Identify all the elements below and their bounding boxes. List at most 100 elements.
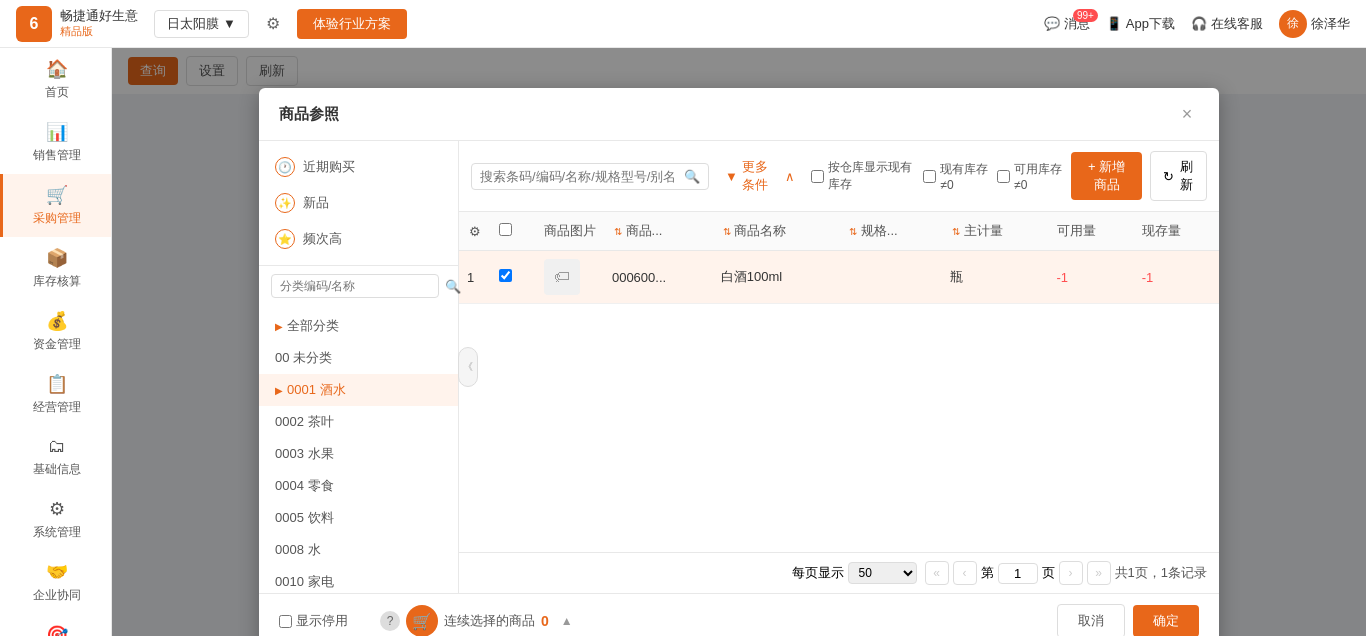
category-00[interactable]: 00 未分类 bbox=[259, 342, 458, 374]
confirm-button[interactable]: 确定 bbox=[1133, 605, 1199, 636]
store-selector[interactable]: 日太阳膜 ▼ bbox=[154, 10, 249, 38]
sidebar-item-inventory[interactable]: 📦 库存核算 bbox=[0, 237, 111, 300]
quick-nav-new[interactable]: ✨ 新品 bbox=[259, 185, 458, 221]
nav-app-download[interactable]: 📱 App下载 bbox=[1106, 15, 1175, 33]
col-stock-header: 现存量 bbox=[1134, 212, 1219, 251]
existing-stock-filter[interactable]: 现有库存≠0 bbox=[923, 161, 989, 192]
filter-icon: ▼ bbox=[725, 169, 738, 184]
cancel-button[interactable]: 取消 bbox=[1057, 604, 1125, 636]
by-warehouse-label: 按仓库显示现有库存 bbox=[828, 159, 916, 193]
sidebar-item-basic-info[interactable]: 🗂 基础信息 bbox=[0, 426, 111, 488]
col-settings-icon[interactable]: ⚙ bbox=[469, 224, 481, 239]
left-panel-collapse-button[interactable]: 《 bbox=[458, 347, 478, 387]
product-search-input[interactable] bbox=[480, 164, 680, 189]
per-page-select[interactable]: 50 10 20 100 bbox=[848, 562, 917, 584]
footer-collapse-button[interactable]: ▲ bbox=[555, 609, 579, 633]
product-search-icon[interactable]: 🔍 bbox=[684, 169, 700, 184]
cat-0008-label: 0008 水 bbox=[275, 541, 321, 559]
cat-0003-label: 0003 水果 bbox=[275, 445, 334, 463]
store-dropdown-icon: ▼ bbox=[223, 16, 236, 31]
category-0004[interactable]: 0004 零食 bbox=[259, 470, 458, 502]
selected-products-label: 连续选择的商品 bbox=[444, 612, 535, 630]
sidebar-item-purchase[interactable]: 🛒 采购管理 bbox=[0, 174, 111, 237]
dialog-title: 商品参照 bbox=[279, 105, 339, 124]
help-button[interactable]: ? bbox=[380, 611, 400, 631]
table-row[interactable]: 1 🏷 000600... bbox=[459, 251, 1219, 304]
sidebar-item-sales[interactable]: 📊 销售管理 bbox=[0, 111, 111, 174]
col-image-header: 商品图片 bbox=[536, 212, 604, 251]
purchase-icon: 🛒 bbox=[46, 184, 68, 206]
col-spec-sort-icon: ⇅ bbox=[849, 226, 857, 237]
nav-messages[interactable]: 💬 消息 99+ bbox=[1044, 15, 1090, 33]
quick-navigation: 🕐 近期购买 ✨ 新品 ⭐ 频次高 bbox=[259, 141, 458, 266]
more-filters-button[interactable]: ▼ 更多条件 ∧ bbox=[717, 154, 803, 198]
per-page-selector: 每页显示 50 10 20 100 bbox=[792, 562, 917, 584]
cat-0001-label: 0001 酒水 bbox=[287, 381, 346, 399]
category-0002[interactable]: 0002 茶叶 bbox=[259, 406, 458, 438]
nav-customer-service[interactable]: 🎧 在线客服 bbox=[1191, 15, 1263, 33]
col-settings: ⚙ bbox=[459, 212, 491, 251]
global-settings-button[interactable]: ⚙ bbox=[257, 8, 289, 40]
sidebar-item-enterprise[interactable]: 🤝 企业协同 bbox=[0, 551, 111, 614]
category-all[interactable]: ▶ 全部分类 bbox=[259, 310, 458, 342]
dialog-close-button[interactable]: × bbox=[1175, 102, 1199, 126]
product-table-container: ⚙ 商品图片 ⇅ bbox=[459, 212, 1219, 552]
row-checkbox[interactable] bbox=[499, 269, 512, 282]
available-stock-filter[interactable]: 可用库存≠0 bbox=[997, 161, 1063, 192]
sales-icon: 📊 bbox=[46, 121, 68, 143]
sidebar-label-finance: 资金管理 bbox=[33, 336, 81, 353]
existing-stock-checkbox[interactable] bbox=[923, 170, 936, 183]
refresh-button[interactable]: ↻ 刷新 bbox=[1150, 151, 1207, 201]
logo-icon: 6 bbox=[16, 6, 52, 42]
basic-info-icon: 🗂 bbox=[48, 436, 66, 457]
category-0001[interactable]: ▶ 0001 酒水 bbox=[259, 374, 458, 406]
mobile-icon: 📱 bbox=[1106, 16, 1122, 31]
available-stock-checkbox[interactable] bbox=[997, 170, 1010, 183]
col-code-header[interactable]: ⇅ 商品... bbox=[604, 212, 713, 251]
select-all-checkbox[interactable] bbox=[499, 223, 512, 236]
sidebar-item-guide[interactable]: 🎯 新手引导 bbox=[0, 614, 111, 636]
sidebar-label-basic-info: 基础信息 bbox=[33, 461, 81, 478]
row-stock: -1 bbox=[1134, 251, 1219, 304]
available-stock-label: 可用库存≠0 bbox=[1014, 161, 1063, 192]
display-disabled-checkbox[interactable] bbox=[279, 615, 292, 628]
trial-button[interactable]: 体验行业方案 bbox=[297, 9, 407, 39]
next-page-button[interactable]: › bbox=[1059, 561, 1083, 585]
add-product-button[interactable]: + 新增商品 bbox=[1071, 152, 1142, 200]
nav-user[interactable]: 徐 徐泽华 bbox=[1279, 10, 1350, 38]
customer-service-label: 在线客服 bbox=[1211, 15, 1263, 33]
last-page-button[interactable]: » bbox=[1087, 561, 1111, 585]
col-name-header[interactable]: ⇅ 商品名称 bbox=[713, 212, 839, 251]
sidebar-item-finance[interactable]: 💰 资金管理 bbox=[0, 300, 111, 363]
quick-nav-frequent[interactable]: ⭐ 频次高 bbox=[259, 221, 458, 257]
by-warehouse-checkbox[interactable] bbox=[811, 170, 824, 183]
sidebar-item-system[interactable]: ⚙ 系统管理 bbox=[0, 488, 111, 551]
col-unit-header[interactable]: ⇅ 主计量 bbox=[942, 212, 1048, 251]
category-search-area: 🔍 bbox=[259, 266, 458, 306]
sidebar-item-home[interactable]: 🏠 首页 bbox=[0, 48, 111, 111]
system-icon: ⚙ bbox=[49, 498, 65, 520]
category-0003[interactable]: 0003 水果 bbox=[259, 438, 458, 470]
category-tree: ▶ 全部分类 00 未分类 ▶ 0001 酒水 0002 茶叶 bbox=[259, 306, 458, 593]
row-seq: 1 bbox=[459, 251, 491, 304]
top-navigation: 6 畅捷通好生意 精品版 日太阳膜 ▼ ⚙ 体验行业方案 💬 消息 99+ 📱 … bbox=[0, 0, 1366, 48]
category-0008[interactable]: 0008 水 bbox=[259, 534, 458, 566]
category-search-icon[interactable]: 🔍 bbox=[445, 279, 461, 294]
sidebar-item-business[interactable]: 📋 经营管理 bbox=[0, 363, 111, 426]
brand-name: 畅捷通好生意 bbox=[60, 8, 138, 25]
quick-nav-recent[interactable]: 🕐 近期购买 bbox=[259, 149, 458, 185]
per-page-label: 每页显示 bbox=[792, 564, 844, 582]
first-page-button[interactable]: « bbox=[925, 561, 949, 585]
category-search-input[interactable] bbox=[271, 274, 439, 298]
by-warehouse-filter[interactable]: 按仓库显示现有库存 bbox=[811, 159, 916, 193]
category-0010[interactable]: 0010 家电 bbox=[259, 566, 458, 593]
col-spec-header[interactable]: ⇅ 规格... bbox=[839, 212, 942, 251]
new-products-icon: ✨ bbox=[275, 193, 295, 213]
toolbar-right: + 新增商品 ↻ 刷新 bbox=[1071, 151, 1207, 201]
cat-0004-label: 0004 零食 bbox=[275, 477, 334, 495]
footer-left: 取消 显示停用 ? 🛒 连续选择的商品 0 ▲ bbox=[279, 605, 579, 636]
category-0005[interactable]: 0005 饮料 bbox=[259, 502, 458, 534]
page-number-input[interactable] bbox=[998, 563, 1038, 584]
col-checkbox bbox=[491, 212, 536, 251]
prev-page-button[interactable]: ‹ bbox=[953, 561, 977, 585]
